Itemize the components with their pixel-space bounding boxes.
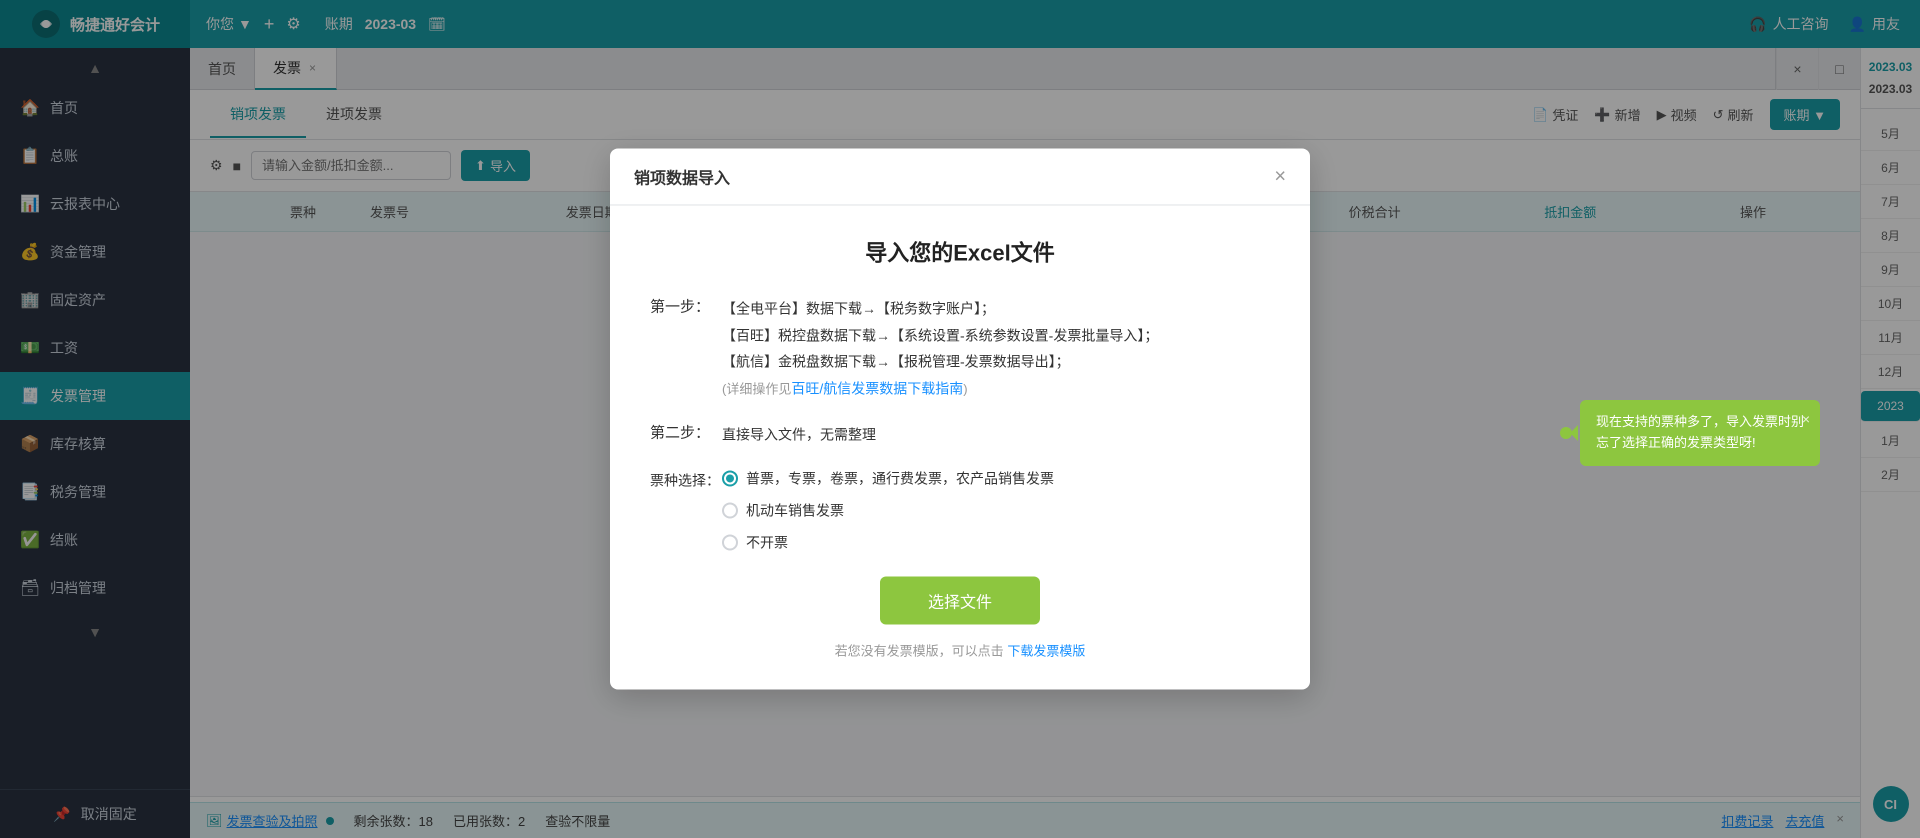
radio-normal[interactable]: 普票，专票，卷票，通行费发票，农产品销售发票 xyxy=(722,469,1054,489)
radio-group: 普票，专票，卷票，通行费发票，农产品销售发票 机动车销售发票 不开票 xyxy=(722,469,1054,553)
step2-content: 直接导入文件，无需整理 xyxy=(722,422,876,449)
tooltip-text: 现在支持的票种多了，导入发票时别忘了选择正确的发票类型呀! xyxy=(1596,414,1804,450)
modal-step2: 第二步： 直接导入文件，无需整理 xyxy=(650,422,1270,449)
radio-label: 票种选择： xyxy=(650,469,722,491)
step1-line3: 【航信】金税盘数据下载→【报税管理-发票数据导出】； xyxy=(722,349,1158,376)
radio-section: 票种选择： 普票，专票，卷票，通行费发票，农产品销售发票 机动车销售发票 不开票 xyxy=(650,469,1270,553)
tooltip-bubble: × 现在支持的票种多了，导入发票时别忘了选择正确的发票类型呀! xyxy=(1580,400,1820,466)
step1-line2: 【百旺】税控盘数据下载→【系统设置-系统参数设置-发票批量导入】； xyxy=(722,322,1158,349)
select-file-btn[interactable]: 选择文件 xyxy=(880,577,1040,625)
modal-footer: 若您没有发票模版，可以点击 下载发票模版 xyxy=(650,641,1270,660)
radio-motor[interactable]: 机动车销售发票 xyxy=(722,501,1054,521)
radio-motor-circle xyxy=(722,503,738,519)
modal-step1: 第一步： 【全电平台】数据下载→【税务数字账户】； 【百旺】税控盘数据下载→【系… xyxy=(650,295,1270,401)
step1-line1: 【全电平台】数据下载→【税务数字账户】； xyxy=(722,295,1158,322)
radio-noticket[interactable]: 不开票 xyxy=(722,533,1054,553)
modal-close-btn[interactable]: × xyxy=(1274,166,1286,186)
step1-hint: (详细操作见百旺/航信发票数据下载指南) xyxy=(722,375,1158,402)
modal-title: 销项数据导入 xyxy=(634,164,730,188)
radio-motor-label: 机动车销售发票 xyxy=(746,501,844,521)
modal-body: 导入您的Excel文件 第一步： 【全电平台】数据下载→【税务数字账户】； 【百… xyxy=(610,205,1310,689)
radio-normal-label: 普票，专票，卷票，通行费发票，农产品销售发票 xyxy=(746,469,1054,489)
step2-label: 第二步： xyxy=(650,422,710,443)
step1-label: 第一步： xyxy=(650,295,710,316)
download-template-link[interactable]: 下载发票模版 xyxy=(1007,644,1085,659)
modal-header: 销项数据导入 × xyxy=(610,148,1310,205)
tooltip-dot xyxy=(1560,427,1572,439)
step1-link[interactable]: 百旺/航信发票数据下载指南 xyxy=(791,380,963,396)
import-modal: 销项数据导入 × 导入您的Excel文件 第一步： 【全电平台】数据下载→【税务… xyxy=(610,148,1310,689)
radio-noticket-circle xyxy=(722,535,738,551)
modal-big-title: 导入您的Excel文件 xyxy=(650,235,1270,267)
radio-noticket-label: 不开票 xyxy=(746,533,788,553)
step1-content: 【全电平台】数据下载→【税务数字账户】； 【百旺】税控盘数据下载→【系统设置-系… xyxy=(722,295,1158,401)
tooltip-close-btn[interactable]: × xyxy=(1802,408,1810,430)
radio-normal-circle xyxy=(722,471,738,487)
select-btn-container: 选择文件 xyxy=(650,577,1270,625)
